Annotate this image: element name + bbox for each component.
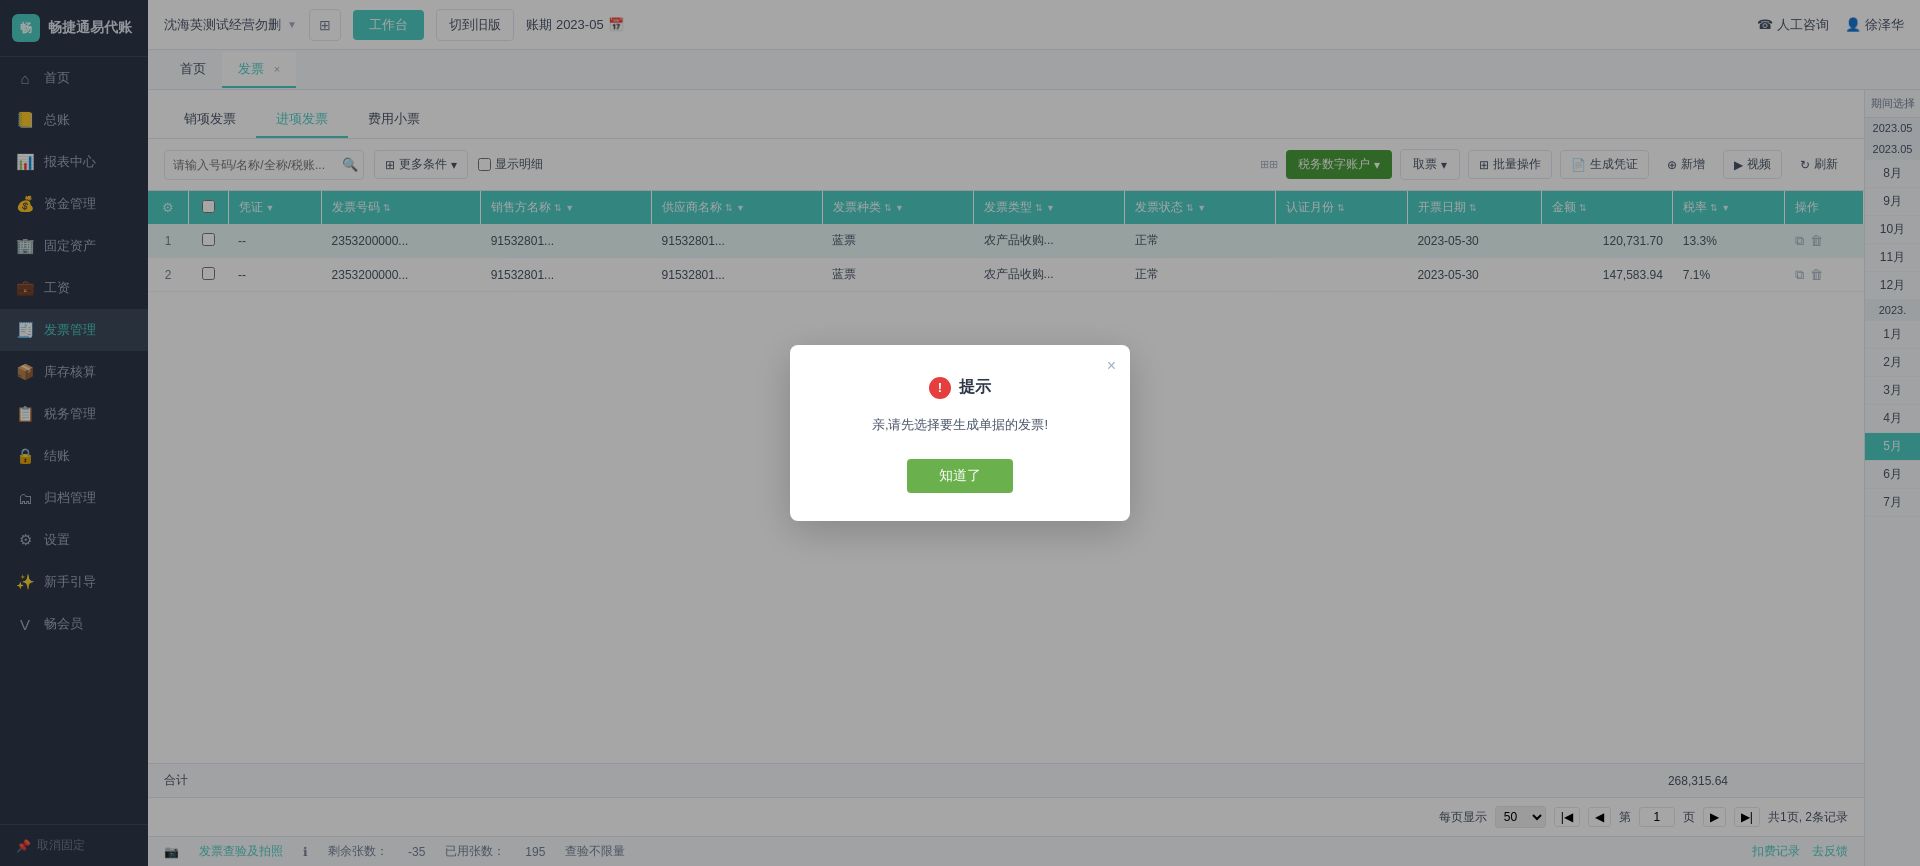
dialog-title: 提示: [959, 377, 991, 398]
alert-dialog: × ! 提示 亲,请先选择要生成单据的发票! 知道了: [790, 345, 1130, 522]
dialog-message: 亲,请先选择要生成单据的发票!: [830, 415, 1090, 436]
dialog-close-button[interactable]: ×: [1107, 357, 1116, 375]
warning-icon: !: [929, 377, 951, 399]
dialog-header: ! 提示: [830, 377, 1090, 399]
modal-overlay[interactable]: × ! 提示 亲,请先选择要生成单据的发票! 知道了: [0, 0, 1920, 866]
dialog-ok-button[interactable]: 知道了: [907, 459, 1013, 493]
